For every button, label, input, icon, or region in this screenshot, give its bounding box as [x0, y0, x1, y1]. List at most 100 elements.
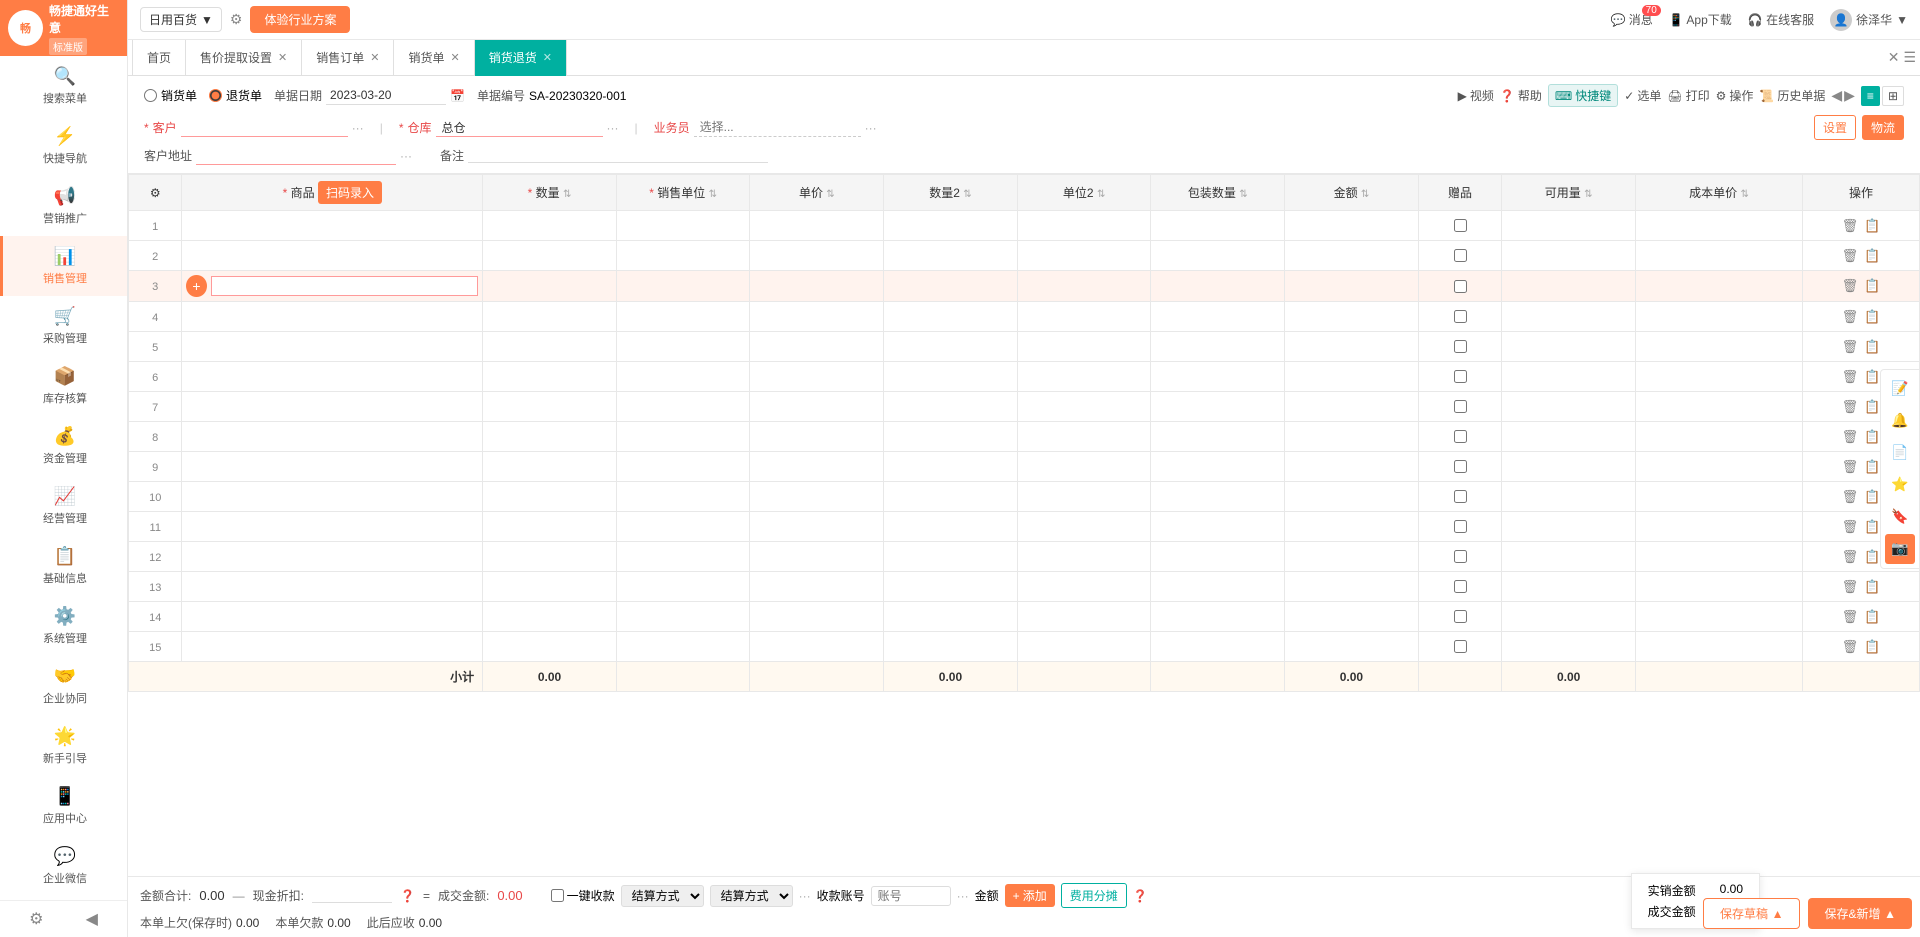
cost-cell[interactable] [1635, 271, 1802, 302]
avail-cell[interactable] [1502, 452, 1636, 482]
unit-cell[interactable] [616, 482, 750, 512]
unit-cell[interactable] [616, 422, 750, 452]
qty2-cell[interactable] [884, 542, 1018, 572]
gift-checkbox[interactable] [1454, 280, 1467, 293]
cash-disc-input[interactable] [312, 888, 392, 903]
logistics-btn[interactable]: 物流 [1862, 115, 1904, 140]
tab-price-extract[interactable]: 售价提取设置 ✕ [186, 40, 302, 76]
gift-cell[interactable] [1418, 632, 1502, 662]
gift-cell[interactable] [1418, 392, 1502, 422]
fri-bookmark[interactable]: 🔖 [1885, 502, 1915, 532]
copy-icon[interactable]: 📋 [1864, 218, 1880, 234]
unit-cell[interactable] [616, 392, 750, 422]
gift-checkbox[interactable] [1454, 580, 1467, 593]
tab-close-icon[interactable]: ✕ [1888, 49, 1900, 66]
sidebar-item-inventory[interactable]: 📦 库存核算 [0, 356, 127, 416]
avail-cell[interactable] [1502, 482, 1636, 512]
avail-cell[interactable] [1502, 302, 1636, 332]
unit-cell[interactable] [616, 211, 750, 241]
product-cell[interactable] [182, 392, 483, 422]
unit-cell[interactable] [616, 602, 750, 632]
gift-checkbox[interactable] [1454, 249, 1467, 262]
gift-checkbox[interactable] [1454, 550, 1467, 563]
warehouse-input[interactable] [436, 118, 603, 137]
avail-cell[interactable] [1502, 332, 1636, 362]
price-cell[interactable] [750, 632, 884, 662]
tab-menu-icon[interactable]: ☰ [1903, 49, 1916, 66]
tab-return-close[interactable]: ✕ [543, 51, 552, 64]
qty2-cell[interactable] [884, 302, 1018, 332]
save-new-btn[interactable]: 保存&新增 ▲ [1808, 898, 1912, 929]
copy-icon[interactable]: 📋 [1864, 248, 1880, 264]
remark-input[interactable] [468, 148, 768, 163]
delete-icon[interactable]: 🗑 [1842, 519, 1859, 535]
warehouse-dots[interactable]: ··· [607, 121, 619, 135]
delete-icon[interactable]: 🗑 [1842, 278, 1859, 294]
payment-checkbox-label[interactable]: 一键收款 [551, 887, 615, 904]
product-cell[interactable] [182, 572, 483, 602]
amount-cell[interactable] [1285, 241, 1419, 271]
customer-dots[interactable]: ··· [352, 121, 364, 135]
print-btn[interactable]: 🖨 打印 [1667, 87, 1709, 104]
unit2-cell[interactable] [1017, 392, 1151, 422]
price-cell[interactable] [750, 271, 884, 302]
qty2-cell[interactable] [884, 362, 1018, 392]
unit2-cell[interactable] [1017, 332, 1151, 362]
copy-icon[interactable]: 📋 [1864, 609, 1880, 625]
copy-icon[interactable]: 📋 [1864, 549, 1880, 565]
app-download[interactable]: 📱 App下载 [1669, 11, 1732, 28]
sidebar-item-system[interactable]: ⚙️ 系统管理 [0, 596, 127, 656]
avail-cell[interactable] [1502, 572, 1636, 602]
next-icon[interactable]: ▶ [1844, 87, 1855, 104]
unit2-cell[interactable] [1017, 271, 1151, 302]
delete-icon[interactable]: 🗑 [1842, 218, 1859, 234]
gift-checkbox[interactable] [1454, 340, 1467, 353]
qty2-cell[interactable] [884, 211, 1018, 241]
price-cell[interactable] [750, 211, 884, 241]
sidebar-item-sales[interactable]: 📊 销售管理 [0, 236, 127, 296]
gift-checkbox[interactable] [1454, 490, 1467, 503]
qty-cell[interactable] [483, 512, 617, 542]
delete-icon[interactable]: 🗑 [1842, 489, 1859, 505]
unit2-sort-icon[interactable]: ⇅ [1097, 189, 1105, 200]
gift-checkbox[interactable] [1454, 610, 1467, 623]
settings-icon[interactable]: ⚙ [29, 909, 43, 929]
sidebar-item-marketing[interactable]: 📢 营销推广 [0, 176, 127, 236]
qty2-sort-icon[interactable]: ⇅ [963, 189, 971, 200]
copy-icon[interactable]: 📋 [1864, 459, 1880, 475]
amount-sort-icon[interactable]: ⇅ [1361, 189, 1369, 200]
collapse-icon[interactable]: ◀ [86, 909, 98, 929]
product-cell[interactable] [182, 452, 483, 482]
experience-btn[interactable]: 体验行业方案 [250, 6, 350, 33]
tab-home[interactable]: 首页 [132, 40, 186, 76]
unit-cell[interactable] [616, 632, 750, 662]
price-cell[interactable] [750, 602, 884, 632]
unit-cell[interactable] [616, 542, 750, 572]
avail-cell[interactable] [1502, 362, 1636, 392]
qty-cell[interactable] [483, 392, 617, 422]
unit2-cell[interactable] [1017, 602, 1151, 632]
cost-cell[interactable] [1635, 572, 1802, 602]
delete-icon[interactable]: 🗑 [1842, 459, 1859, 475]
cost-cell[interactable] [1635, 362, 1802, 392]
gift-cell[interactable] [1418, 602, 1502, 632]
product-cell[interactable] [182, 241, 483, 271]
cost-cell[interactable] [1635, 422, 1802, 452]
account-input[interactable] [871, 886, 951, 906]
save-new-dropdown[interactable]: ▲ [1884, 907, 1896, 921]
price-cell[interactable] [750, 332, 884, 362]
sidebar-item-operations[interactable]: 📈 经营管理 [0, 476, 127, 536]
delete-icon[interactable]: 🗑 [1842, 309, 1859, 325]
select-btn[interactable]: ✓ 选单 [1624, 87, 1661, 104]
product-cell[interactable] [182, 542, 483, 572]
pkg-sort-icon[interactable]: ⇅ [1239, 189, 1247, 200]
copy-icon[interactable]: 📋 [1864, 519, 1880, 535]
qty2-cell[interactable] [884, 632, 1018, 662]
sidebar-item-finance[interactable]: 💰 资金管理 [0, 416, 127, 476]
gift-cell[interactable] [1418, 271, 1502, 302]
product-input[interactable] [211, 276, 479, 296]
radio-sales-input[interactable] [144, 89, 157, 102]
operation-btn[interactable]: ⚙ 操作 [1716, 87, 1754, 104]
product-cell[interactable] [182, 632, 483, 662]
view-btn-list[interactable]: ≡ [1861, 86, 1880, 106]
